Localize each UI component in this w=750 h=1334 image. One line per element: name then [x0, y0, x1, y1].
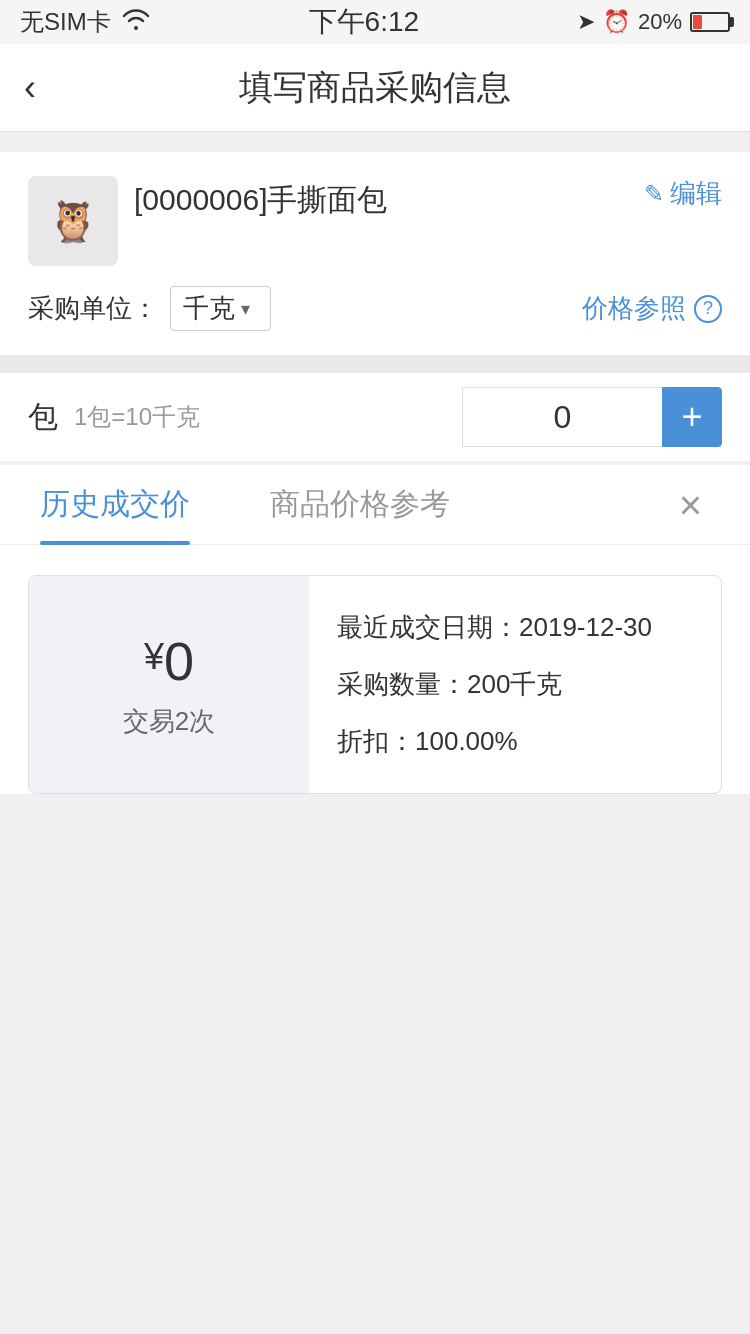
wifi-icon	[121, 8, 151, 36]
discount-label: 折扣：	[337, 726, 415, 756]
product-thumbnail: 🦉	[28, 176, 118, 266]
status-left: 无SIM卡	[20, 6, 151, 38]
plus-icon: +	[681, 399, 702, 435]
quantity-input[interactable]	[462, 387, 662, 447]
edit-icon: ✎	[644, 180, 664, 208]
quantity-input-group: +	[462, 387, 722, 447]
date-value: 2019-12-30	[519, 612, 652, 642]
tabs-row: 历史成交价 商品价格参考 ×	[0, 465, 750, 545]
edit-label: 编辑	[670, 176, 722, 211]
battery-percent: 20%	[638, 9, 682, 35]
time-display: 下午6:12	[309, 3, 420, 41]
main-content-area	[0, 824, 750, 1334]
panel-close-button[interactable]: ×	[671, 477, 710, 533]
product-name: [0000006]手撕面包	[134, 176, 387, 221]
unit-select[interactable]: 千克	[170, 286, 271, 331]
back-button[interactable]: ‹	[24, 67, 36, 109]
status-right: ➤ ⏰ 20%	[577, 9, 730, 35]
tabs-list: 历史成交价 商品价格参考	[40, 465, 450, 545]
history-details-panel: 最近成交日期：2019-12-30 采购数量：200千克 折扣：100.00%	[309, 576, 721, 793]
help-icon: ?	[694, 295, 722, 323]
history-trades-count: 交易2次	[123, 704, 215, 739]
qty-label: 采购数量：	[337, 669, 467, 699]
unit-row: 采购单位： 千克	[28, 286, 271, 331]
history-price-panel: ¥0 交易2次	[29, 576, 309, 793]
tab-price-ref-label: 商品价格参考	[270, 484, 450, 525]
history-qty-row: 采购数量：200千克	[337, 665, 693, 704]
section-divider	[0, 355, 750, 373]
nav-bar: ‹ 填写商品采购信息	[0, 44, 750, 132]
quantity-plus-button[interactable]: +	[662, 387, 722, 447]
history-price-value: ¥0	[144, 631, 194, 691]
tab-active-indicator	[40, 541, 190, 545]
date-label: 最近成交日期：	[337, 612, 519, 642]
tab-history-price[interactable]: 历史成交价	[40, 465, 190, 545]
alarm-icon: ⏰	[603, 9, 630, 35]
tab-history-label: 历史成交价	[40, 484, 190, 525]
product-left: 🦉 [0000006]手撕面包	[28, 176, 387, 266]
battery-icon	[690, 12, 730, 32]
quantity-hint: 1包=10千克	[74, 401, 200, 433]
product-card: 🦉 [0000006]手撕面包 ✎ 编辑 采购单位： 千克 价格参照 ?	[0, 152, 750, 355]
quantity-label: 包 1包=10千克	[28, 397, 200, 438]
unit-label-text: 采购单位：	[28, 291, 158, 326]
price-ref-label: 价格参照	[582, 291, 686, 326]
network-label: 无SIM卡	[20, 6, 111, 38]
product-bottom-row: 采购单位： 千克 价格参照 ?	[28, 286, 722, 331]
price-reference-button[interactable]: 价格参照 ?	[582, 291, 722, 326]
edit-button[interactable]: ✎ 编辑	[644, 176, 722, 211]
product-top-row: 🦉 [0000006]手撕面包 ✎ 编辑	[28, 176, 722, 266]
location-icon: ➤	[577, 9, 595, 35]
tab-price-reference[interactable]: 商品价格参考	[270, 465, 450, 545]
unit-value: 千克	[183, 291, 235, 326]
product-logo: 🦉	[48, 201, 98, 241]
bottom-panel: 历史成交价 商品价格参考 × ¥0 交易2次 最近成交日期：2019-12-30	[0, 465, 750, 794]
discount-value: 100.00%	[415, 726, 518, 756]
status-bar: 无SIM卡 下午6:12 ➤ ⏰ 20%	[0, 0, 750, 44]
history-card: ¥0 交易2次 最近成交日期：2019-12-30 采购数量：200千克 折扣：…	[28, 575, 722, 794]
currency-symbol: ¥	[144, 636, 164, 677]
history-price-display: ¥0	[144, 630, 194, 692]
history-date-row: 最近成交日期：2019-12-30	[337, 608, 693, 647]
history-discount-row: 折扣：100.00%	[337, 722, 693, 761]
qty-value: 200千克	[467, 669, 562, 699]
page-title: 填写商品采购信息	[239, 65, 511, 111]
quantity-row: 包 1包=10千克 +	[0, 373, 750, 461]
quantity-unit: 包	[28, 397, 58, 438]
